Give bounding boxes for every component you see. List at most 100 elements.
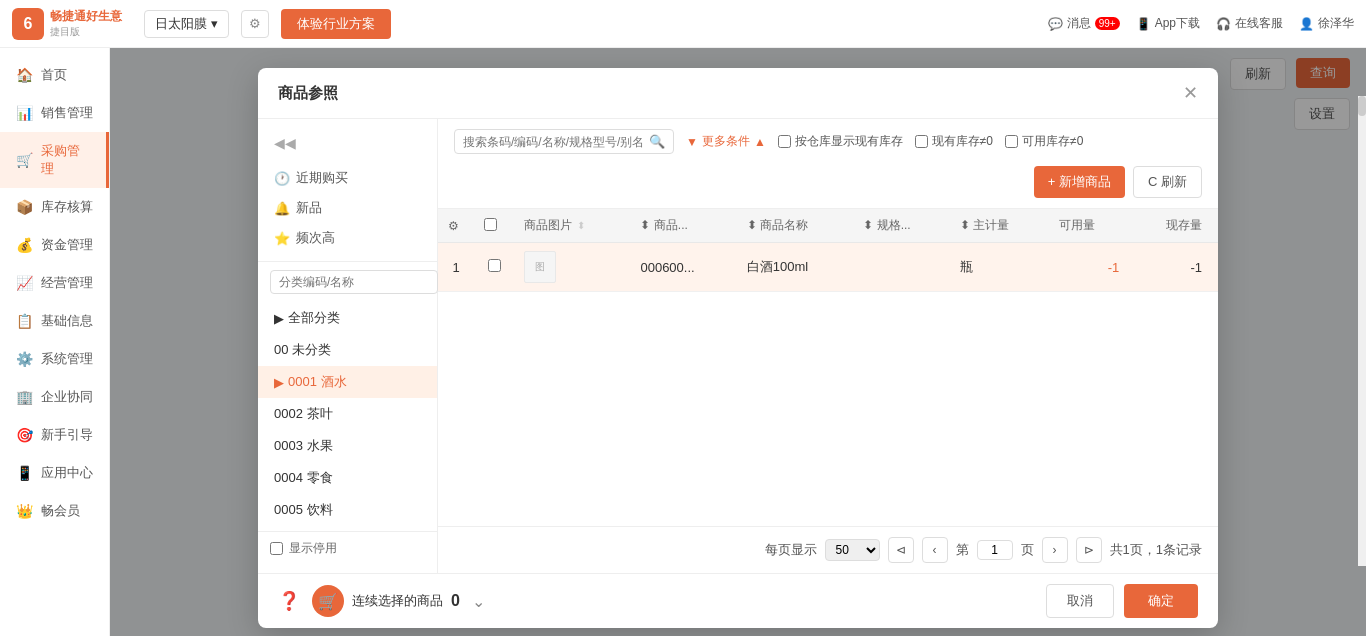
logo-text: 畅捷通好生意 捷目版 [50, 8, 122, 39]
cancel-btn[interactable]: 取消 [1046, 584, 1114, 618]
product-search-input[interactable] [463, 135, 643, 149]
next-page-btn[interactable]: › [1042, 537, 1068, 563]
category-search: 🔍 [258, 270, 437, 302]
top-nav: 6 畅捷通好生意 捷目版 日太阳膜 ▾ ⚙ 体验行业方案 💬 消息 99+ 📱 … [0, 0, 1366, 48]
nav-messages[interactable]: 💬 消息 99+ [1048, 15, 1120, 32]
col-settings[interactable]: ⚙ [438, 209, 474, 243]
sidebar: 🏠 首页 📊 销售管理 🛒 采购管理 📦 库存核算 💰 资金管理 📈 经营管理 … [0, 48, 110, 636]
gear-button[interactable]: ⚙ [241, 10, 269, 38]
row-spec [853, 243, 949, 292]
row-checkbox-cell[interactable] [474, 243, 514, 292]
basic-info-icon: 📋 [16, 313, 33, 329]
modal-header: 商品参照 ✕ [258, 68, 1218, 119]
sidebar-item-finance[interactable]: 💰 资金管理 [0, 226, 109, 264]
cat-item-0004[interactable]: 0004 零食 [258, 462, 437, 494]
store-selector[interactable]: 日太阳膜 ▾ [144, 10, 229, 38]
row-name: 白酒100ml [737, 243, 854, 292]
quick-item-frequent[interactable]: ⭐ 频次高 [258, 223, 437, 253]
row-available: -1 [1049, 243, 1129, 292]
sidebar-item-purchase[interactable]: 🛒 采购管理 [0, 132, 109, 188]
cat-item-0003[interactable]: 0003 水果 [258, 430, 437, 462]
existing-stock-checkbox[interactable] [915, 135, 928, 148]
col-spec: ⬍ 规格... [853, 209, 949, 243]
col-name: ⬍ 商品名称 [737, 209, 854, 243]
sidebar-item-home[interactable]: 🏠 首页 [0, 56, 109, 94]
search-icon[interactable]: 🔍 [649, 134, 665, 149]
display-disabled-checkbox[interactable] [270, 542, 283, 555]
sidebar-item-enterprise[interactable]: 🏢 企业协同 [0, 378, 109, 416]
nav-right: 💬 消息 99+ 📱 App下载 🎧 在线客服 👤 徐泽华 [1048, 15, 1354, 32]
logo-icon: 6 [12, 8, 44, 40]
checkbox-filter-warehouse[interactable]: 按仓库显示现有库存 [778, 133, 903, 150]
category-search-input[interactable] [270, 270, 438, 294]
cat-item-0005[interactable]: 0005 饮料 [258, 494, 437, 526]
nav-online-support[interactable]: 🎧 在线客服 [1216, 15, 1283, 32]
sidebar-item-system[interactable]: ⚙️ 系统管理 [0, 340, 109, 378]
system-icon: ⚙️ [16, 351, 33, 367]
sidebar-item-inventory[interactable]: 📦 库存核算 [0, 188, 109, 226]
first-page-btn[interactable]: ⊲ [888, 537, 914, 563]
sidebar-item-app-center[interactable]: 📱 应用中心 [0, 454, 109, 492]
help-icon[interactable]: ❓ [278, 590, 300, 612]
modal-body: ◀◀ 🕐 近期购买 🔔 新品 ⭐ [258, 119, 1218, 573]
inventory-icon: 📦 [16, 199, 33, 215]
sidebar-item-operations[interactable]: 📈 经营管理 [0, 264, 109, 302]
refresh-btn[interactable]: C 刷新 [1133, 166, 1202, 198]
cat-arrow-0001: ▶ [274, 375, 284, 390]
expand-btn[interactable]: ⌄ [472, 592, 485, 611]
sidebar-item-sales[interactable]: 📊 销售管理 [0, 94, 109, 132]
row-stock: -1 [1129, 243, 1218, 292]
collapse-button[interactable]: ◀◀ [270, 131, 300, 155]
row-checkbox[interactable] [488, 259, 501, 272]
table-row[interactable]: 1 图 000600... 白酒100ml 瓶 [438, 243, 1218, 292]
warehouse-stock-checkbox[interactable] [778, 135, 791, 148]
toolbar-actions: + 新增商品 C 刷新 [1034, 166, 1202, 198]
right-toolbar: 🔍 ▼ 更多条件 ▲ 按仓库显示现有库存 [438, 119, 1218, 209]
per-page-select[interactable]: 50 100 [825, 539, 880, 561]
sidebar-item-guide[interactable]: 🎯 新手引导 [0, 416, 109, 454]
app-center-icon: 📱 [16, 465, 33, 481]
display-disabled-toggle[interactable]: 显示停用 [258, 531, 437, 565]
content-area: 查询 刷新 设置 商品参照 ✕ ◀◀ [110, 48, 1366, 636]
page-number-input[interactable] [977, 540, 1013, 560]
cart-icon: 🛒 [312, 585, 344, 617]
modal-close-button[interactable]: ✕ [1183, 82, 1198, 104]
available-stock-checkbox[interactable] [1005, 135, 1018, 148]
cat-item-0001[interactable]: ▶ 0001 酒水 [258, 366, 437, 398]
prev-page-btn[interactable]: ‹ [922, 537, 948, 563]
guide-icon: 🎯 [16, 427, 33, 443]
member-icon: 👑 [16, 503, 33, 519]
exp-btn[interactable]: 体验行业方案 [281, 9, 391, 39]
row-num: 1 [438, 243, 474, 292]
add-product-btn[interactable]: + 新增商品 [1034, 166, 1125, 198]
modal-title: 商品参照 [278, 84, 338, 103]
enterprise-icon: 🏢 [16, 389, 33, 405]
confirm-btn[interactable]: 确定 [1124, 584, 1198, 618]
cat-item-00[interactable]: 00 未分类 [258, 334, 437, 366]
operations-icon: 📈 [16, 275, 33, 291]
category-list: ▶ 全部分类 00 未分类 ▶ 0001 酒水 0002 茶 [258, 302, 437, 531]
row-unit: 瓶 [950, 243, 1049, 292]
nav-user[interactable]: 👤 徐泽华 [1299, 15, 1354, 32]
select-all-checkbox[interactable] [484, 218, 497, 231]
checkbox-filter-available[interactable]: 可用库存≠0 [1005, 133, 1083, 150]
new-icon: 🔔 [274, 201, 290, 216]
more-filter-btn[interactable]: ▼ 更多条件 ▲ [686, 133, 766, 150]
row-image: 图 [514, 243, 630, 292]
col-checkbox[interactable] [474, 209, 514, 243]
frequent-icon: ⭐ [274, 231, 290, 246]
quick-item-recent[interactable]: 🕐 近期购买 [258, 163, 437, 193]
modal-overlay: 商品参照 ✕ ◀◀ 🕐 近期购买 [110, 48, 1366, 636]
sidebar-item-basic-info[interactable]: 📋 基础信息 [0, 302, 109, 340]
cat-item-0002[interactable]: 0002 茶叶 [258, 398, 437, 430]
cart-area: 🛒 连续选择的商品 0 [312, 585, 460, 617]
cat-item-all[interactable]: ▶ 全部分类 [258, 302, 437, 334]
nav-app-download[interactable]: 📱 App下载 [1136, 15, 1200, 32]
checkbox-filter-existing[interactable]: 现有库存≠0 [915, 133, 993, 150]
last-page-btn[interactable]: ⊳ [1076, 537, 1102, 563]
sidebar-item-member[interactable]: 👑 畅会员 [0, 492, 109, 530]
col-stock: 现存量 [1129, 209, 1218, 243]
left-panel-top: ◀◀ [258, 127, 437, 163]
quick-item-new[interactable]: 🔔 新品 [258, 193, 437, 223]
filter-icon: ▼ [686, 135, 698, 149]
